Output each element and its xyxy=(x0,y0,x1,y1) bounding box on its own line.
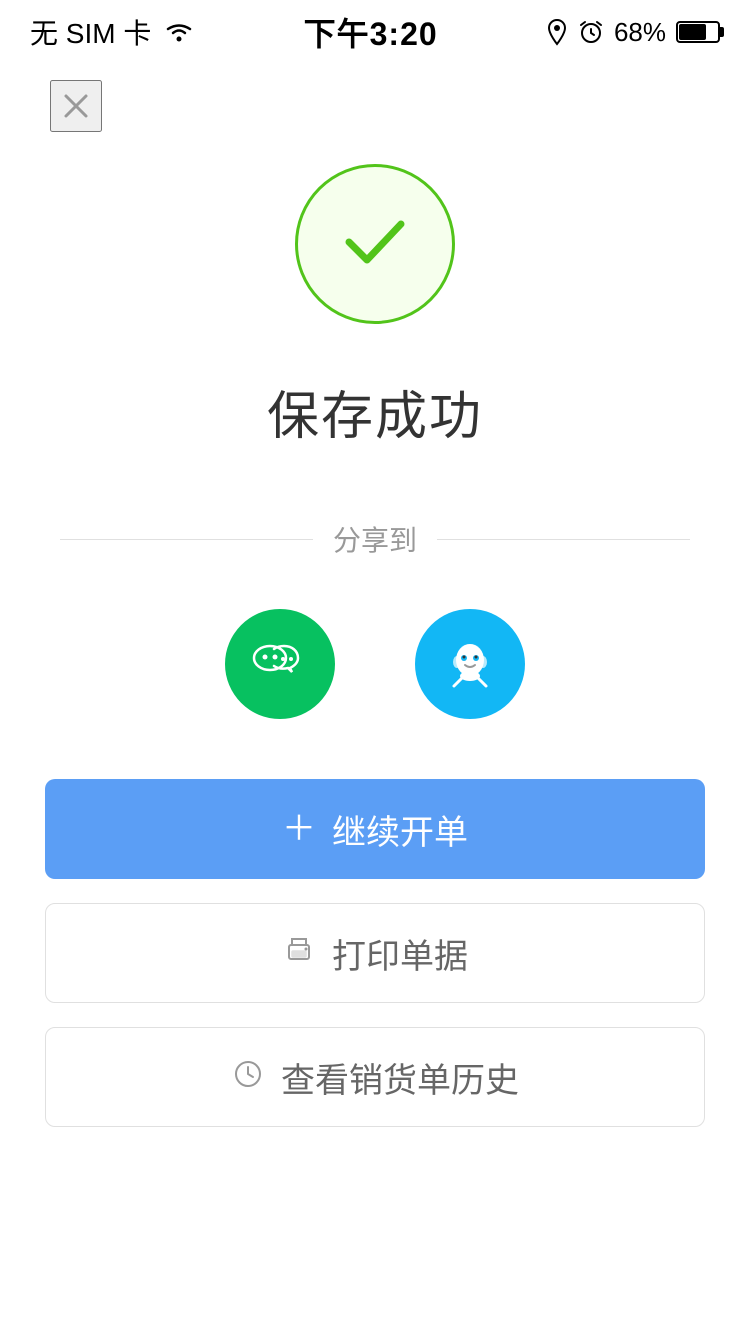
alarm-icon xyxy=(578,19,604,45)
check-icon xyxy=(335,202,415,287)
continue-order-button[interactable]: ＋ 继续开单 xyxy=(45,779,705,879)
history-label: 查看销货单历史 xyxy=(281,1053,519,1102)
share-divider: 分享到 xyxy=(0,519,750,559)
status-time: 下午3:20 xyxy=(304,9,438,55)
print-label: 打印单据 xyxy=(332,929,468,978)
share-qq-button[interactable] xyxy=(415,609,525,719)
status-carrier: 无 SIM 卡 xyxy=(30,12,195,52)
main-content: 保存成功 分享到 xyxy=(0,64,750,1127)
wifi-icon xyxy=(163,20,195,44)
history-button[interactable]: 查看销货单历史 xyxy=(45,1027,705,1127)
battery-icon xyxy=(676,21,720,43)
carrier-text: 无 SIM 卡 xyxy=(30,12,151,52)
share-section: 分享到 xyxy=(0,519,750,719)
print-button[interactable]: 打印单据 xyxy=(45,903,705,1003)
continue-order-label: 继续开单 xyxy=(332,805,468,854)
close-button[interactable] xyxy=(50,80,102,132)
print-icon xyxy=(282,933,316,973)
share-buttons xyxy=(225,609,525,719)
success-title: 保存成功 xyxy=(267,374,483,449)
success-circle xyxy=(295,164,455,324)
action-buttons: ＋ 继续开单 打印单据 查看销货单历史 xyxy=(45,779,705,1127)
location-icon xyxy=(546,18,568,46)
status-indicators: 68% xyxy=(546,17,720,48)
status-bar: 无 SIM 卡 下午3:20 68% xyxy=(0,0,750,64)
battery-percent: 68% xyxy=(614,17,666,48)
share-wechat-button[interactable] xyxy=(225,609,335,719)
share-label: 分享到 xyxy=(313,519,437,559)
plus-icon: ＋ xyxy=(282,812,316,846)
history-icon xyxy=(231,1057,265,1097)
